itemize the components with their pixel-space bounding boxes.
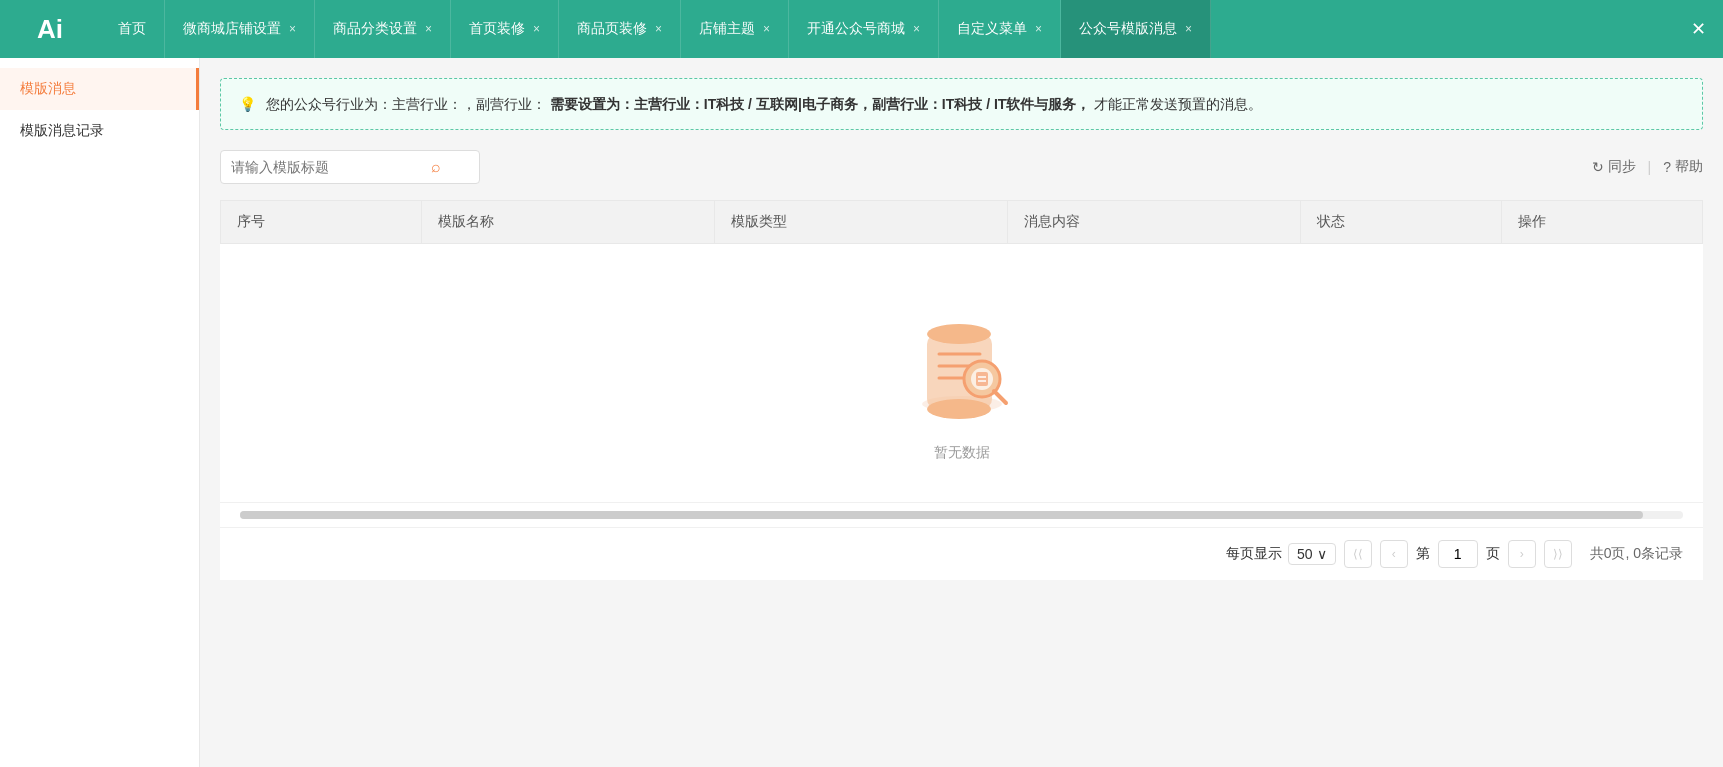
page-layout: 模版消息模版消息记录 💡 您的公众号行业为：主营行业：，副营行业： 需要设置为：… <box>0 58 1723 767</box>
help-button[interactable]: ? 帮助 <box>1663 158 1703 176</box>
notice-box: 💡 您的公众号行业为：主营行业：，副营行业： 需要设置为：主营行业：IT科技 /… <box>220 78 1703 130</box>
nav-tab-close[interactable]: × <box>913 22 920 36</box>
nav-tab-label: 首页装修 <box>469 20 525 38</box>
toolbar-right: ↻ 同步 | ? 帮助 <box>1592 158 1703 176</box>
empty-icon <box>902 304 1022 424</box>
nav-tab-label: 店铺主题 <box>699 20 755 38</box>
nav-tab[interactable]: 首页装修 × <box>451 0 559 58</box>
sync-icon: ↻ <box>1592 159 1604 175</box>
svg-point-3 <box>927 399 991 419</box>
table-header-cell: 状态 <box>1301 201 1502 244</box>
prev-page-button[interactable]: ‹ <box>1380 540 1408 568</box>
brand-logo: Ai <box>0 0 100 58</box>
scroll-thumb[interactable] <box>240 511 1643 519</box>
close-all-button[interactable]: ✕ <box>1673 0 1723 58</box>
nav-tab-close[interactable]: × <box>763 22 770 36</box>
nav-tab[interactable]: 店铺主题 × <box>681 0 789 58</box>
page-label-before: 第 <box>1416 545 1430 563</box>
sidebar-item[interactable]: 模版消息 <box>0 68 199 110</box>
scroll-track[interactable] <box>240 511 1683 519</box>
main-content: 💡 您的公众号行业为：主营行业：，副营行业： 需要设置为：主营行业：IT科技 /… <box>200 58 1723 767</box>
table-header-cell: 操作 <box>1502 201 1703 244</box>
empty-text: 暂无数据 <box>934 444 990 462</box>
nav-tab-label: 开通公众号商城 <box>807 20 905 38</box>
nav-tab-label: 商品页装修 <box>577 20 647 38</box>
nav-tab[interactable]: 首页 <box>100 0 165 58</box>
search-input[interactable] <box>231 159 431 175</box>
svg-rect-10 <box>976 372 988 386</box>
brand-text: Ai <box>37 14 63 45</box>
sidebar: 模版消息模版消息记录 <box>0 58 200 767</box>
nav-tab-label: 公众号模版消息 <box>1079 20 1177 38</box>
table-header-cell: 模版名称 <box>421 201 714 244</box>
per-page-selector: 每页显示 50 ∨ <box>1226 543 1336 565</box>
help-icon: ? <box>1663 159 1671 175</box>
scroll-indicator <box>220 502 1703 527</box>
table-container: 序号模版名称模版类型消息内容状态操作 <box>220 200 1703 580</box>
last-page-button[interactable]: ⟩⟩ <box>1544 540 1572 568</box>
nav-tabs-container: 首页微商城店铺设置×商品分类设置×首页装修×商品页装修×店铺主题×开通公众号商城… <box>100 0 1673 58</box>
first-page-button[interactable]: ⟨⟨ <box>1344 540 1372 568</box>
nav-tab-close[interactable]: × <box>289 22 296 36</box>
nav-tab-close[interactable]: × <box>533 22 540 36</box>
next-page-button[interactable]: › <box>1508 540 1536 568</box>
search-input-wrap[interactable]: ⌕ <box>220 150 480 184</box>
page-input[interactable] <box>1438 540 1478 568</box>
total-info: 共0页, 0条记录 <box>1590 545 1683 563</box>
notice-highlight: 需要设置为：主营行业：IT科技 / 互联网|电子商务，副营行业：IT科技 / I… <box>550 96 1091 112</box>
per-page-value: 50 <box>1297 546 1313 562</box>
table-header-row: 序号模版名称模版类型消息内容状态操作 <box>221 201 1703 244</box>
page-label-after: 页 <box>1486 545 1500 563</box>
table-header-cell: 模版类型 <box>714 201 1007 244</box>
data-table: 序号模版名称模版类型消息内容状态操作 <box>220 200 1703 244</box>
per-page-select[interactable]: 50 ∨ <box>1288 543 1336 565</box>
nav-tab-close[interactable]: × <box>1035 22 1042 36</box>
sync-button[interactable]: ↻ 同步 <box>1592 158 1636 176</box>
pagination: 每页显示 50 ∨ ⟨⟨ ‹ 第 页 › ⟩⟩ 共0页, 0条记录 <box>220 527 1703 580</box>
per-page-label: 每页显示 <box>1226 545 1282 563</box>
search-bar: ⌕ ↻ 同步 | ? 帮助 <box>220 150 1703 184</box>
toolbar-divider: | <box>1648 159 1652 175</box>
nav-tab-label: 商品分类设置 <box>333 20 417 38</box>
notice-icon: 💡 <box>239 96 256 112</box>
table-header: 序号模版名称模版类型消息内容状态操作 <box>221 201 1703 244</box>
notice-text-before: 您的公众号行业为：主营行业：，副营行业： <box>266 96 546 112</box>
table-header-cell: 序号 <box>221 201 422 244</box>
nav-tab-close[interactable]: × <box>655 22 662 36</box>
nav-tab-label: 首页 <box>118 20 146 38</box>
table-header-cell: 消息内容 <box>1008 201 1301 244</box>
search-icon[interactable]: ⌕ <box>431 158 441 176</box>
sidebar-item[interactable]: 模版消息记录 <box>0 110 199 152</box>
nav-tab[interactable]: 商品分类设置 × <box>315 0 451 58</box>
nav-tab[interactable]: 开通公众号商城 × <box>789 0 939 58</box>
nav-tab[interactable]: 商品页装修 × <box>559 0 681 58</box>
top-navigation: Ai 首页微商城店铺设置×商品分类设置×首页装修×商品页装修×店铺主题×开通公众… <box>0 0 1723 58</box>
nav-tab-close[interactable]: × <box>425 22 432 36</box>
nav-tab[interactable]: 公众号模版消息 × <box>1061 0 1211 58</box>
nav-tab[interactable]: 自定义菜单 × <box>939 0 1061 58</box>
nav-tab-close[interactable]: × <box>1185 22 1192 36</box>
svg-point-2 <box>927 324 991 344</box>
nav-tab[interactable]: 微商城店铺设置 × <box>165 0 315 58</box>
help-label: 帮助 <box>1675 158 1703 176</box>
nav-tab-label: 微商城店铺设置 <box>183 20 281 38</box>
notice-text-after: 才能正常发送预置的消息。 <box>1094 96 1262 112</box>
sync-label: 同步 <box>1608 158 1636 176</box>
dropdown-icon: ∨ <box>1317 546 1327 562</box>
empty-state: 暂无数据 <box>220 244 1703 502</box>
nav-tab-label: 自定义菜单 <box>957 20 1027 38</box>
